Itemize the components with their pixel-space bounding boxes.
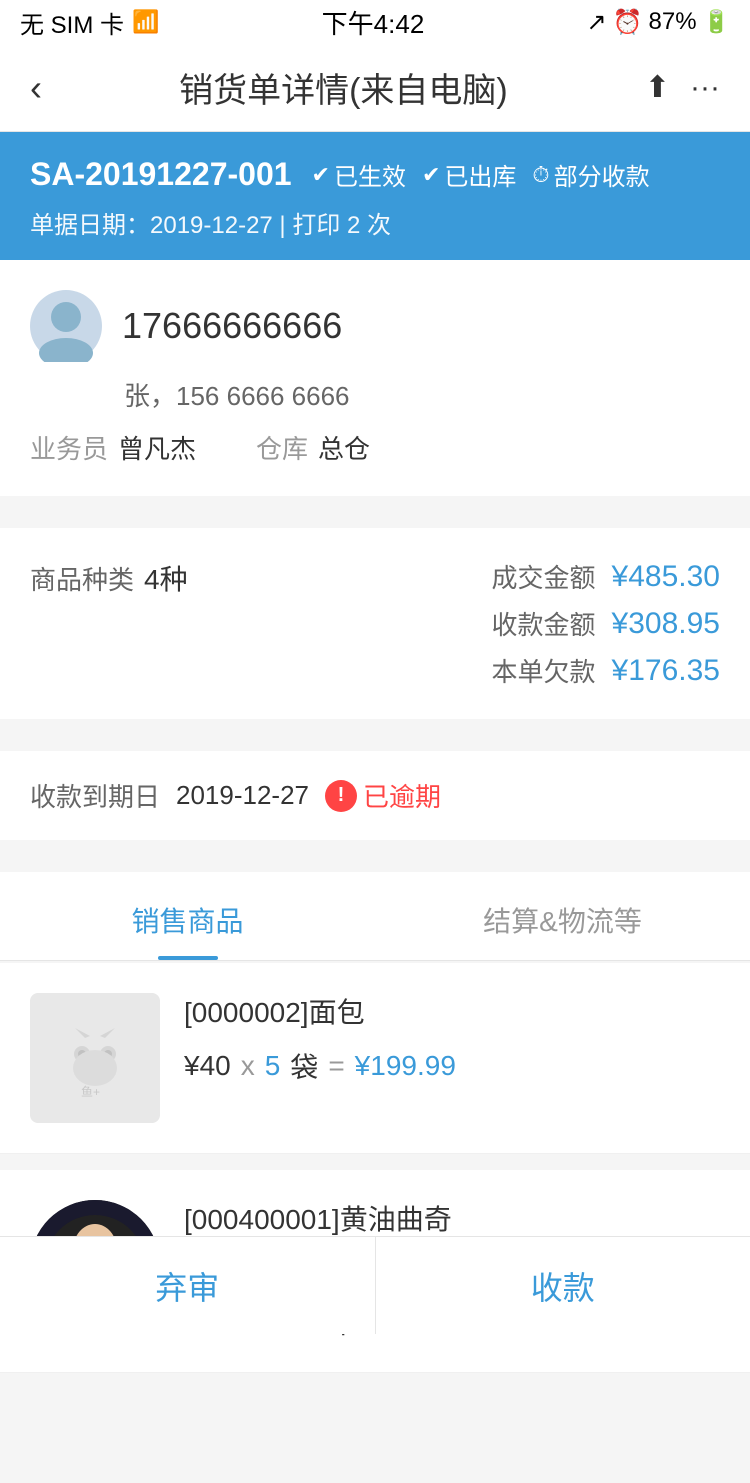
product-type-label: 商品种类 — [30, 560, 134, 597]
deal-amount-item: 成交金额 ¥485.30 — [492, 558, 720, 595]
product-total-1: ¥199.99 — [355, 1050, 456, 1082]
order-banner: SA-20191227-001 ✔ 已生效 ✔ 已出库 ⏱ 部分收款 单据日期：… — [0, 132, 750, 260]
warehouse-value: 总仓 — [318, 429, 370, 466]
check-icon-shipped: ✔ — [422, 162, 440, 188]
product-unit-price-1: ¥40 — [184, 1050, 231, 1082]
tag-partial: ⏱ 部分收款 — [532, 157, 649, 192]
reject-button[interactable]: 弃审 — [0, 1237, 376, 1334]
product-type-item: 商品种类 4种 — [30, 558, 188, 598]
nav-actions: ⬆ ··· — [645, 70, 720, 105]
divider-3 — [0, 856, 750, 872]
status-bar: 无 SIM 卡 📶 下午4:42 ↗ ⏰ 87% 🔋 — [0, 0, 750, 44]
customer-info-row: 业务员 曾凡杰 仓库 总仓 — [30, 429, 720, 466]
collected-label: 收款金额 — [492, 605, 596, 642]
divider-1 — [0, 512, 750, 528]
alarm-icon: ⏰ — [613, 8, 643, 37]
warehouse-item: 仓库 总仓 — [256, 429, 370, 466]
overdue-badge: ! 已逾期 — [325, 777, 441, 814]
debt-value: ¥176.35 — [612, 654, 720, 688]
product-qty-1: 5 — [265, 1050, 281, 1082]
due-label: 收款到期日 — [30, 777, 160, 814]
customer-id: 17666666666 — [122, 305, 342, 347]
back-button[interactable]: ‹ — [30, 67, 42, 109]
avatar — [30, 290, 102, 362]
tag-shipped: ✔ 已出库 — [422, 157, 516, 192]
product-type-value: 4种 — [144, 558, 188, 598]
svg-text:鱼+: 鱼+ — [81, 1085, 100, 1098]
price-eq-1: = — [328, 1050, 344, 1082]
check-icon-effective: ✔ — [312, 162, 330, 188]
sales-rep-value: 曾凡杰 — [118, 429, 196, 466]
tab-settlement[interactable]: 结算&物流等 — [375, 872, 750, 960]
more-icon[interactable]: ··· — [690, 71, 720, 105]
carrier-label: 无 SIM 卡 — [20, 5, 124, 40]
tag-effective-label: 已生效 — [334, 157, 406, 192]
customer-section: 17666666666 张，156 6666 6666 业务员 曾凡杰 仓库 总… — [0, 260, 750, 496]
product-name-1: [0000002]面包 — [184, 993, 720, 1032]
tabs-header: 销售商品 结算&物流等 — [0, 872, 750, 961]
order-date: 单据日期：2019-12-27 | 打印 2 次 — [30, 205, 720, 240]
debt-label: 本单欠款 — [492, 652, 596, 689]
tag-shipped-label: 已出库 — [444, 157, 516, 192]
nav-bar: ‹ 销货单详情(来自电脑) ⬆ ··· — [0, 44, 750, 132]
overdue-text: 已逾期 — [363, 777, 441, 814]
sales-rep-item: 业务员 曾凡杰 — [30, 429, 196, 466]
battery-label: 87% — [649, 8, 697, 36]
status-bar-left: 无 SIM 卡 📶 — [20, 5, 159, 40]
battery-icon: 🔋 — [703, 9, 730, 35]
stats-grid: 商品种类 4种 成交金额 ¥485.30 收款金额 ¥308.95 本单欠款 ¥… — [30, 558, 720, 689]
bottom-bar: 弃审 收款 — [0, 1236, 750, 1334]
overdue-icon: ! — [325, 780, 357, 812]
price-x-1: x — [241, 1050, 255, 1082]
deal-amount-value: ¥485.30 — [612, 560, 720, 594]
stats-right: 成交金额 ¥485.30 收款金额 ¥308.95 本单欠款 ¥176.35 — [492, 558, 720, 689]
product-price-row-1: ¥40 x 5 袋 = ¥199.99 — [184, 1046, 720, 1086]
product-unit-1: 袋 — [290, 1046, 318, 1086]
divider-2 — [0, 735, 750, 751]
wifi-icon: 📶 — [132, 9, 159, 35]
due-date-value: 2019-12-27 — [176, 780, 309, 811]
collected-value: ¥308.95 — [612, 607, 720, 641]
status-bar-right: ↗ ⏰ 87% 🔋 — [587, 8, 730, 37]
tabs-section: 销售商品 结算&物流等 — [0, 872, 750, 961]
tag-partial-label: 部分收款 — [554, 157, 650, 192]
stats-section: 商品种类 4种 成交金额 ¥485.30 收款金额 ¥308.95 本单欠款 ¥… — [0, 528, 750, 719]
order-tags: ✔ 已生效 ✔ 已出库 ⏱ 部分收款 — [312, 157, 650, 192]
sales-rep-label: 业务员 — [30, 429, 108, 466]
tab-sales-products[interactable]: 销售商品 — [0, 872, 375, 960]
collected-item: 收款金额 ¥308.95 — [492, 605, 720, 642]
clock-icon: ⏱ — [532, 162, 549, 188]
warehouse-label: 仓库 — [256, 429, 308, 466]
status-bar-time: 下午4:42 — [322, 4, 425, 41]
deal-amount-label: 成交金额 — [492, 558, 596, 595]
product-name-2: [000400001]黄油曲奇 — [184, 1200, 720, 1239]
due-section: 收款到期日 2019-12-27 ! 已逾期 — [0, 751, 750, 840]
product-item: 鱼+ [0000002]面包 ¥40 x 5 袋 = ¥199.99 — [0, 963, 750, 1154]
tag-effective: ✔ 已生效 — [312, 157, 406, 192]
product-image-1: 鱼+ — [30, 993, 160, 1123]
debt-item: 本单欠款 ¥176.35 — [492, 652, 720, 689]
divider-product — [0, 1154, 750, 1170]
customer-row: 17666666666 — [30, 290, 720, 362]
product-details-1: [0000002]面包 ¥40 x 5 袋 = ¥199.99 — [184, 993, 720, 1086]
page-title: 销货单详情(来自电脑) — [179, 63, 508, 112]
collect-button[interactable]: 收款 — [376, 1237, 750, 1334]
stats-left: 商品种类 4种 — [30, 558, 188, 598]
customer-name-phone: 张，156 6666 6666 — [124, 376, 720, 413]
share-icon[interactable]: ⬆ — [645, 70, 670, 105]
order-number: SA-20191227-001 — [30, 156, 292, 193]
location-icon: ↗ — [587, 8, 607, 37]
